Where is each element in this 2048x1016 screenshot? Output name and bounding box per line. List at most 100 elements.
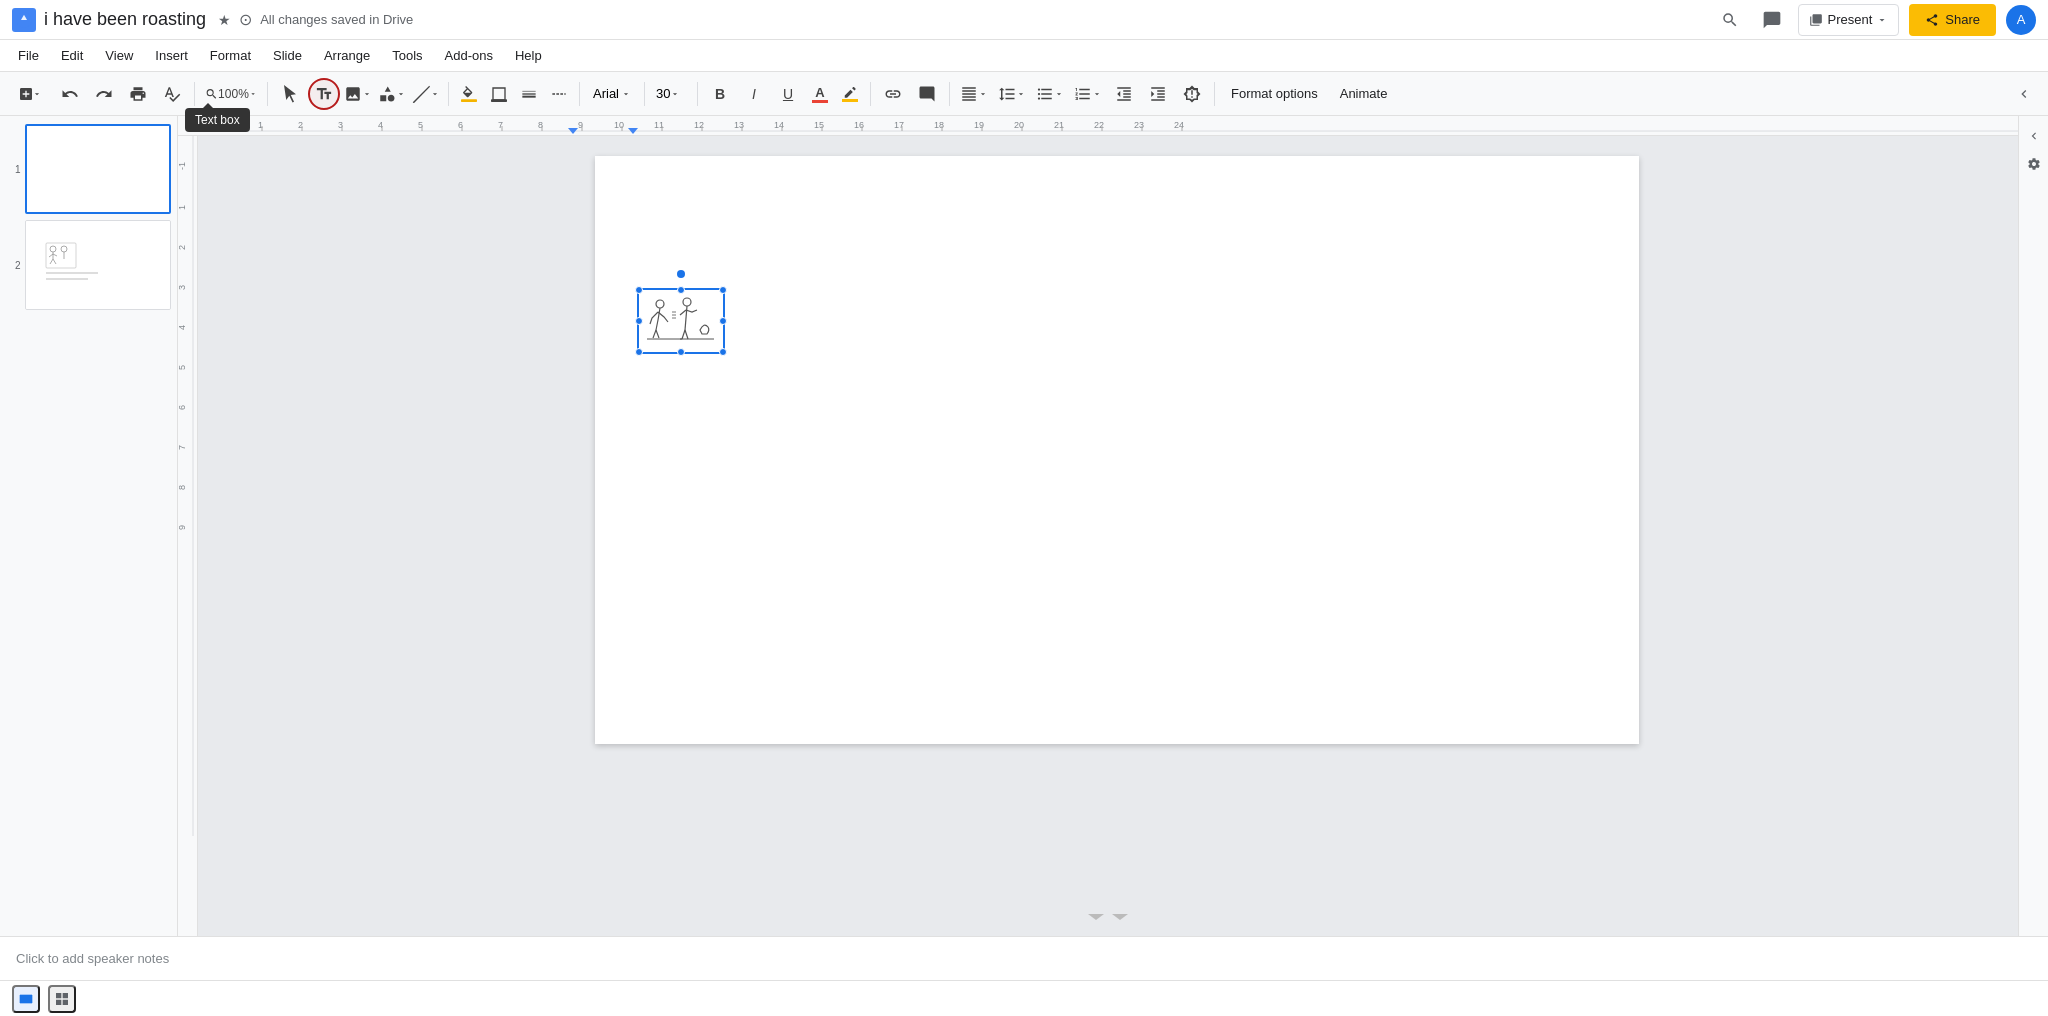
select-button[interactable]	[274, 78, 306, 110]
handle-bm[interactable]	[677, 348, 685, 356]
fill-color-button[interactable]	[455, 78, 483, 110]
handle-bl[interactable]	[635, 348, 643, 356]
divider-8	[949, 82, 950, 106]
svg-text:11: 11	[654, 120, 664, 130]
handle-br[interactable]	[719, 348, 727, 356]
handle-mr[interactable]	[719, 317, 727, 325]
handle-tl[interactable]	[635, 286, 643, 294]
main-area: 1 2	[0, 116, 2048, 936]
svg-text:12: 12	[694, 120, 704, 130]
present-button[interactable]: Present	[1798, 4, 1899, 36]
menu-slide[interactable]: Slide	[263, 44, 312, 67]
animate-button[interactable]: Animate	[1330, 82, 1398, 105]
line-spacing-button[interactable]	[994, 78, 1030, 110]
zoom-button[interactable]: 100%	[201, 78, 261, 110]
svg-line-11	[50, 259, 53, 264]
slides-panel: 1 2	[0, 116, 178, 936]
speaker-notes-area[interactable]: Click to add speaker notes	[0, 936, 2048, 980]
spellcheck-button[interactable]	[156, 78, 188, 110]
menu-format[interactable]: Format	[200, 44, 261, 67]
menu-arrange[interactable]: Arrange	[314, 44, 380, 67]
highlight-button[interactable]	[836, 78, 864, 110]
divider-5	[644, 82, 645, 106]
menu-help[interactable]: Help	[505, 44, 552, 67]
font-size-selector[interactable]: 30	[651, 83, 691, 104]
grid-view-button[interactable]	[48, 985, 76, 1013]
font-selector[interactable]: Arial	[586, 83, 638, 104]
clear-format-button[interactable]	[1176, 78, 1208, 110]
menu-view[interactable]: View	[95, 44, 143, 67]
handle-tm[interactable]	[677, 286, 685, 294]
link-button[interactable]	[877, 78, 909, 110]
svg-line-12	[53, 259, 56, 264]
border-weight-button[interactable]	[515, 78, 543, 110]
decrease-indent-button[interactable]	[1108, 78, 1140, 110]
menu-insert[interactable]: Insert	[145, 44, 198, 67]
share-button[interactable]: Share	[1909, 4, 1996, 36]
svg-text:13: 13	[734, 120, 744, 130]
divider-3	[448, 82, 449, 106]
toolbar: 100%	[0, 72, 2048, 116]
ruler-vertical: -1 1 2 3 4 5 6 7 8 9	[178, 136, 198, 936]
collapse-panel-button[interactable]	[2008, 78, 2040, 110]
italic-button[interactable]: I	[738, 78, 770, 110]
slide-position-indicators	[1086, 912, 1130, 922]
border-color-button[interactable]	[485, 78, 513, 110]
align-button[interactable]	[956, 78, 992, 110]
svg-rect-0	[461, 99, 477, 102]
increase-indent-button[interactable]	[1142, 78, 1174, 110]
selection-box[interactable]	[637, 288, 725, 354]
document-title[interactable]: i have been roasting	[44, 9, 206, 30]
shapes-button[interactable]	[376, 78, 408, 110]
slide-thumb-1[interactable]	[25, 124, 171, 214]
canvas-scroll[interactable]	[198, 136, 2018, 936]
svg-text:3: 3	[178, 285, 187, 290]
font-color-button[interactable]: A	[806, 78, 834, 110]
canvas-area: -1 1 2 3 4 5 6 7 8 9 10 11 12 13 14 15 1	[178, 116, 2018, 936]
underline-button[interactable]: U	[772, 78, 804, 110]
slide-thumb-2[interactable]	[25, 220, 171, 310]
star-icon[interactable]: ★	[218, 12, 231, 28]
svg-text:-1: -1	[178, 162, 187, 170]
history-icon[interactable]: ⊙	[239, 10, 252, 29]
numbered-list-button[interactable]	[1070, 78, 1106, 110]
user-avatar[interactable]: A	[2006, 5, 2036, 35]
handle-ml[interactable]	[635, 317, 643, 325]
svg-text:24: 24	[1174, 120, 1184, 130]
undo-button[interactable]	[54, 78, 86, 110]
title-bar: i have been roasting ★ ⊙ All changes sav…	[0, 0, 2048, 40]
rotate-handle[interactable]	[677, 270, 685, 278]
svg-text:20: 20	[1014, 120, 1024, 130]
menu-edit[interactable]: Edit	[51, 44, 93, 67]
menu-addons[interactable]: Add-ons	[435, 44, 503, 67]
image-button[interactable]	[342, 78, 374, 110]
border-dash-button[interactable]	[545, 78, 573, 110]
bullet-list-button[interactable]	[1032, 78, 1068, 110]
comment-button[interactable]	[911, 78, 943, 110]
comments-button[interactable]	[1756, 4, 1788, 36]
format-options-button[interactable]: Format options	[1221, 82, 1328, 105]
svg-line-10	[53, 254, 57, 256]
textbox-button[interactable]	[308, 78, 340, 110]
menu-tools[interactable]: Tools	[382, 44, 432, 67]
search-button[interactable]	[1714, 4, 1746, 36]
slide-canvas[interactable]	[595, 156, 1639, 744]
svg-point-81	[683, 298, 691, 306]
svg-text:17: 17	[894, 120, 904, 130]
line-button[interactable]	[410, 78, 442, 110]
new-slide-button[interactable]	[8, 78, 52, 110]
menu-file[interactable]: File	[8, 44, 49, 67]
svg-text:4: 4	[178, 325, 187, 330]
bold-button[interactable]: B	[704, 78, 736, 110]
save-status: All changes saved in Drive	[260, 12, 413, 27]
handle-tr[interactable]	[719, 286, 727, 294]
right-panel-settings-button[interactable]	[2022, 152, 2046, 176]
slide-view-button[interactable]	[12, 985, 40, 1013]
slide-1-content	[27, 126, 169, 212]
right-panel-collapse-button[interactable]	[2022, 124, 2046, 148]
print-button[interactable]	[122, 78, 154, 110]
svg-point-79	[656, 300, 664, 308]
redo-button[interactable]	[88, 78, 120, 110]
divider-4	[579, 82, 580, 106]
svg-line-9	[49, 254, 53, 257]
